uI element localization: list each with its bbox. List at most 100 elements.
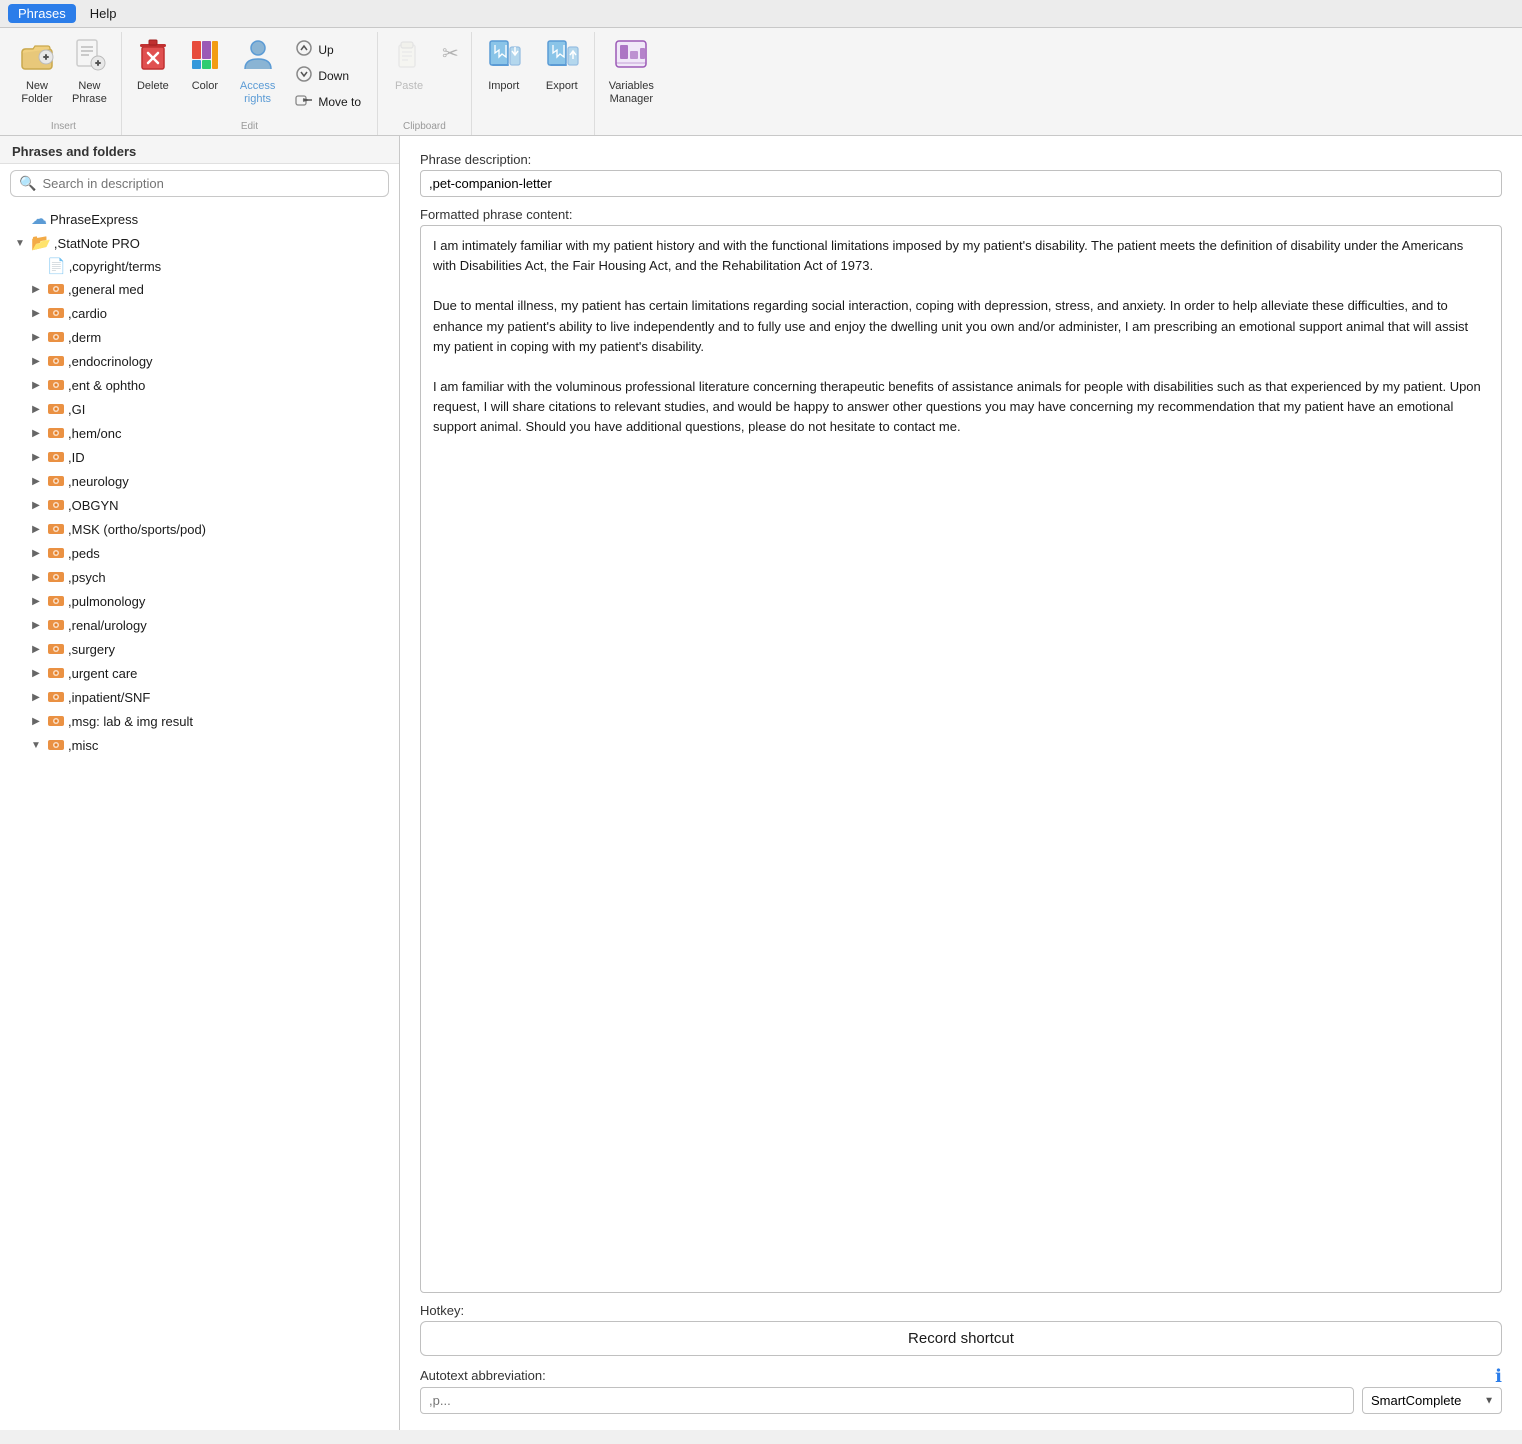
- smartcomplete-select-wrapper: SmartComplete Instant Defined length: [1362, 1387, 1502, 1414]
- folder-eye-icon-general-med: [47, 279, 65, 299]
- toolbar-group-edit: Delete Color: [122, 32, 378, 135]
- chevron-psych: ▶: [28, 572, 44, 583]
- chevron-general-med: ▶: [28, 284, 44, 295]
- tree-item-psych[interactable]: ▶ ,psych: [0, 565, 399, 589]
- hotkey-label: Hotkey:: [420, 1303, 1502, 1318]
- folder-eye-icon-psych: [47, 567, 65, 587]
- chevron-pulmonology: ▶: [28, 596, 44, 607]
- new-phrase-icon: [72, 37, 106, 77]
- down-icon: [295, 66, 313, 85]
- tree-item-cardio[interactable]: ▶ ,cardio: [0, 301, 399, 325]
- cloud-icon: ☁: [31, 209, 47, 229]
- tree-item-derm[interactable]: ▶ ,derm: [0, 325, 399, 349]
- import-button[interactable]: Import: [478, 34, 530, 96]
- down-label: Down: [318, 69, 349, 83]
- export-button[interactable]: Export: [536, 34, 588, 96]
- phrase-paragraph-1: I am intimately familiar with my patient…: [433, 236, 1489, 276]
- chevron-peds: ▶: [28, 548, 44, 559]
- smartcomplete-select[interactable]: SmartComplete Instant Defined length: [1362, 1387, 1502, 1414]
- new-folder-button[interactable]: NewFolder: [12, 34, 62, 109]
- tree-item-gi[interactable]: ▶ ,GI: [0, 397, 399, 421]
- new-phrase-label: NewPhrase: [72, 80, 107, 106]
- folder-eye-icon-obgyn: [47, 495, 65, 515]
- toolbar-group-variables: VariablesManager: [595, 32, 668, 135]
- access-rights-label: Accessrights: [240, 80, 275, 106]
- tree-label-copyright: ,copyright/terms: [69, 259, 161, 274]
- tree-label-ent-ophtho: ,ent & ophtho: [68, 378, 145, 393]
- search-input[interactable]: [42, 176, 380, 191]
- color-button[interactable]: Color: [180, 34, 230, 96]
- tree-item-general-med[interactable]: ▶ ,general med: [0, 277, 399, 301]
- main-layout: Phrases and folders 🔍 ☁ PhraseExpress ▼ …: [0, 136, 1522, 1430]
- chevron-statnote: ▼: [12, 238, 28, 249]
- tree-item-statnote[interactable]: ▼ 📂 ,StatNote PRO: [0, 231, 399, 255]
- menu-phrases[interactable]: Phrases: [8, 4, 76, 23]
- tree-item-id[interactable]: ▶ ,ID: [0, 445, 399, 469]
- autotext-abbreviation-label: Autotext abbreviation:: [420, 1368, 546, 1383]
- cut-area: ✂: [436, 34, 465, 69]
- paste-button[interactable]: Paste: [384, 34, 434, 96]
- tree-label-msg-lab-img: ,msg: lab & img result: [68, 714, 193, 729]
- tree-item-hem-onc[interactable]: ▶ ,hem/onc: [0, 421, 399, 445]
- tree-item-ent-ophtho[interactable]: ▶ ,ent & ophtho: [0, 373, 399, 397]
- autotext-section: Autotext abbreviation: ℹ SmartComplete I…: [420, 1366, 1502, 1414]
- chevron-obgyn: ▶: [28, 500, 44, 511]
- tree-item-obgyn[interactable]: ▶ ,OBGYN: [0, 493, 399, 517]
- folder-eye-icon-id: [47, 447, 65, 467]
- new-phrase-button[interactable]: NewPhrase: [64, 34, 115, 109]
- tree-label-urgent-care: ,urgent care: [68, 666, 137, 681]
- folder-eye-icon-neurology: [47, 471, 65, 491]
- toolbar-group-import-export: Import Export: [472, 32, 595, 135]
- access-rights-button[interactable]: Accessrights: [232, 34, 283, 109]
- tree-label-cardio: ,cardio: [68, 306, 107, 321]
- up-icon: [295, 40, 313, 59]
- tree-item-renal-urology[interactable]: ▶ ,renal/urology: [0, 613, 399, 637]
- folder-eye-icon-inpatient: [47, 687, 65, 707]
- sidebar-header: Phrases and folders: [0, 136, 399, 164]
- variables-manager-button[interactable]: VariablesManager: [601, 34, 662, 109]
- phrase-paragraph-3: I am familiar with the voluminous profes…: [433, 377, 1489, 437]
- down-button[interactable]: Down: [289, 63, 367, 88]
- record-shortcut-button[interactable]: Record shortcut: [420, 1321, 1502, 1356]
- cut-button[interactable]: ✂: [436, 38, 465, 69]
- tree-item-peds[interactable]: ▶ ,peds: [0, 541, 399, 565]
- import-label: Import: [488, 80, 519, 93]
- toolbar: NewFolder NewPhrase Insert: [0, 28, 1522, 136]
- paste-icon: [392, 37, 426, 77]
- phrase-description-input[interactable]: [420, 170, 1502, 197]
- new-folder-icon: [20, 37, 54, 77]
- tree-item-inpatient-snf[interactable]: ▶ ,inpatient/SNF: [0, 685, 399, 709]
- up-button[interactable]: Up: [289, 37, 367, 62]
- tree-item-urgent-care[interactable]: ▶ ,urgent care: [0, 661, 399, 685]
- folder-eye-icon-msg: [47, 711, 65, 731]
- tree-item-msk[interactable]: ▶ ,MSK (ortho/sports/pod): [0, 517, 399, 541]
- delete-button[interactable]: Delete: [128, 34, 178, 96]
- tree-item-misc[interactable]: ▼ ,misc: [0, 733, 399, 757]
- phrase-tree: ☁ PhraseExpress ▼ 📂 ,StatNote PRO 📄 ,cop…: [0, 203, 399, 1430]
- tree-label-renal-urology: ,renal/urology: [68, 618, 147, 633]
- tree-item-phraseexpress[interactable]: ☁ PhraseExpress: [0, 207, 399, 231]
- tree-item-endocrinology[interactable]: ▶ ,endocrinology: [0, 349, 399, 373]
- tree-item-pulmonology[interactable]: ▶ ,pulmonology: [0, 589, 399, 613]
- chevron-neurology: ▶: [28, 476, 44, 487]
- menu-help[interactable]: Help: [80, 4, 127, 23]
- folder-eye-icon-renal: [47, 615, 65, 635]
- info-icon[interactable]: ℹ: [1495, 1366, 1502, 1387]
- tree-item-copyright[interactable]: 📄 ,copyright/terms: [0, 255, 399, 277]
- cut-icon: ✂: [442, 41, 459, 66]
- tree-label-phraseexpress: PhraseExpress: [50, 212, 138, 227]
- tree-label-pulmonology: ,pulmonology: [68, 594, 145, 609]
- edit-stacked-group: Up Down Move to: [285, 34, 371, 117]
- tree-label-surgery: ,surgery: [68, 642, 115, 657]
- chevron-derm: ▶: [28, 332, 44, 343]
- chevron-misc: ▼: [28, 740, 44, 751]
- tree-item-msg-lab-img[interactable]: ▶ ,msg: lab & img result: [0, 709, 399, 733]
- tree-item-neurology[interactable]: ▶ ,neurology: [0, 469, 399, 493]
- search-box: 🔍: [10, 170, 389, 197]
- move-to-icon: [295, 92, 313, 111]
- autotext-input[interactable]: [420, 1387, 1354, 1414]
- phrase-content-box[interactable]: I am intimately familiar with my patient…: [420, 225, 1502, 1293]
- tree-item-surgery[interactable]: ▶ ,surgery: [0, 637, 399, 661]
- move-to-button[interactable]: Move to: [289, 89, 367, 114]
- folder-eye-icon-gi: [47, 399, 65, 419]
